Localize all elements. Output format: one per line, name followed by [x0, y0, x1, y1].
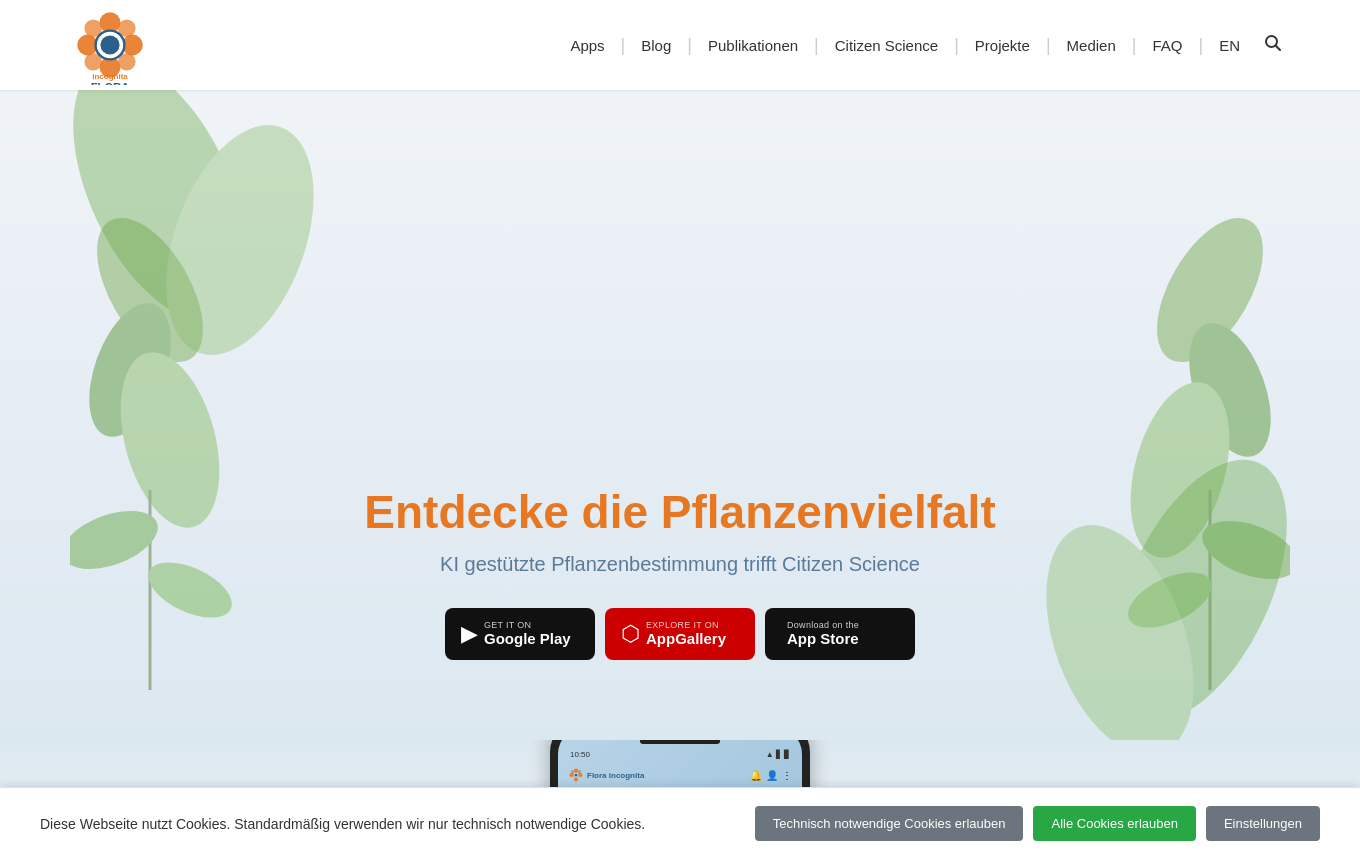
cookie-settings-button[interactable]: Einstellungen [1206, 806, 1320, 841]
svg-text:FLORA: FLORA [91, 81, 130, 85]
svg-text:incognita: incognita [92, 72, 128, 81]
phone-action-icons: 🔔 👤 ⋮ [750, 770, 792, 781]
svg-point-18 [70, 499, 166, 580]
cookie-necessary-button[interactable]: Technisch notwendige Cookies erlauben [755, 806, 1024, 841]
google-play-small: GET IT ON [484, 620, 571, 631]
huawei-badge[interactable]: ⬡ EXPLORE IT ON AppGallery [605, 608, 755, 660]
phone-signal: ▲ ▋ ▊ [766, 750, 790, 759]
app-badges-group: ▶ GET IT ON Google Play ⬡ EXPLORE IT ON … [445, 608, 915, 660]
svg-point-35 [578, 770, 582, 774]
svg-point-31 [574, 777, 578, 781]
svg-point-19 [140, 551, 240, 629]
search-icon [1264, 34, 1282, 52]
svg-point-25 [1120, 561, 1220, 639]
nav-medien[interactable]: Medien [1051, 37, 1132, 54]
svg-point-34 [571, 770, 575, 774]
svg-point-21 [1173, 312, 1287, 467]
phone-notch [640, 740, 720, 744]
svg-point-20 [1135, 201, 1284, 380]
phone-logo-icon [568, 767, 584, 783]
phone-logo-area: Flora incognita [568, 767, 644, 783]
google-play-badge[interactable]: ▶ GET IT ON Google Play [445, 608, 595, 660]
svg-point-24 [1194, 509, 1290, 590]
google-play-text: GET IT ON Google Play [484, 620, 571, 649]
svg-point-14 [75, 201, 224, 380]
huawei-big: AppGallery [646, 630, 726, 648]
top-left-leaf [60, 90, 360, 440]
phone-menu-icon: ⋮ [782, 770, 792, 781]
svg-point-15 [73, 292, 187, 447]
nav-apps[interactable]: Apps [554, 37, 620, 54]
svg-point-32 [569, 773, 573, 777]
right-plant-decoration [1090, 90, 1290, 690]
svg-point-33 [578, 773, 582, 777]
huawei-text: EXPLORE IT ON AppGallery [646, 620, 726, 649]
cookie-buttons: Technisch notwendige Cookies erlauben Al… [755, 806, 1320, 841]
svg-point-30 [574, 768, 578, 772]
nav-publikationen[interactable]: Publikationen [692, 37, 814, 54]
search-button[interactable] [1256, 34, 1290, 57]
logo-icon: incognita FLORA [70, 5, 150, 85]
nav-lang[interactable]: EN [1203, 37, 1256, 54]
huawei-icon: ⬡ [621, 621, 640, 647]
svg-point-28 [1077, 434, 1300, 740]
left-plant-decoration [70, 90, 270, 690]
main-nav: Apps | Blog | Publikationen | Citizen Sc… [554, 34, 1290, 57]
cookie-all-button[interactable]: Alle Cookies erlauben [1033, 806, 1195, 841]
app-store-big: App Store [787, 630, 859, 648]
huawei-small: EXPLORE IT ON [646, 620, 726, 631]
phone-user-icon: 👤 [766, 770, 778, 781]
site-header: incognita FLORA Apps | Blog | Publikatio… [0, 0, 1360, 90]
svg-point-22 [1113, 371, 1247, 568]
nav-projekte[interactable]: Projekte [959, 37, 1046, 54]
phone-app-name: Flora incognita [587, 771, 644, 780]
logo-link[interactable]: incognita FLORA [70, 5, 150, 85]
svg-point-29 [1018, 505, 1222, 740]
nav-blog[interactable]: Blog [625, 37, 687, 54]
app-store-badge[interactable]: Download on the App Store [765, 608, 915, 660]
svg-point-27 [138, 105, 342, 375]
hero-subtitle: KI gestützte Pflanzenbestimmung trifft C… [440, 553, 920, 576]
svg-point-16 [103, 341, 237, 538]
svg-point-9 [100, 35, 119, 54]
svg-point-37 [574, 773, 577, 776]
svg-line-13 [1276, 45, 1281, 50]
nav-faq[interactable]: FAQ [1136, 37, 1198, 54]
hero-section: Entdecke die Pflanzenvielfalt KI gestütz… [0, 90, 1360, 740]
cookie-text: Diese Webseite nutzt Cookies. Standardmä… [40, 816, 735, 832]
google-play-big: Google Play [484, 630, 571, 648]
app-store-small: Download on the [787, 620, 859, 631]
nav-citizen-science[interactable]: Citizen Science [819, 37, 954, 54]
bottom-right-leaf [1000, 340, 1300, 740]
app-store-text: Download on the App Store [787, 620, 859, 649]
phone-bell-icon: 🔔 [750, 770, 762, 781]
google-play-icon: ▶ [461, 621, 478, 647]
cookie-banner: Diese Webseite nutzt Cookies. Standardmä… [0, 787, 1360, 859]
svg-point-26 [60, 90, 283, 346]
hero-title: Entdecke die Pflanzenvielfalt [364, 485, 995, 539]
phone-time: 10:50 [570, 750, 590, 759]
